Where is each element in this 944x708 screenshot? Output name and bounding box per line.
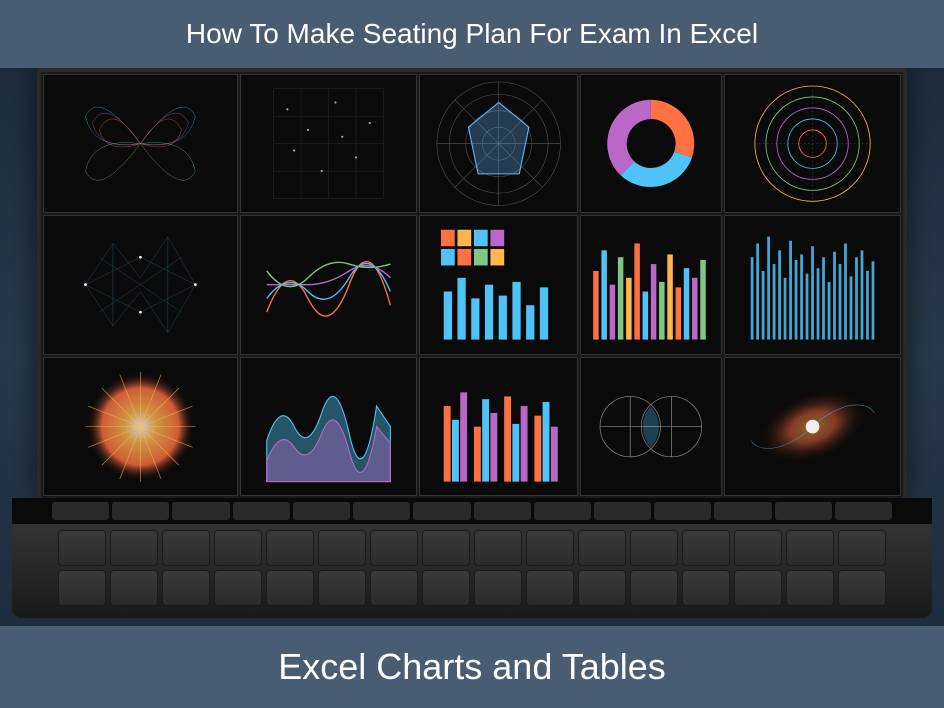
chart-panel-scatter <box>240 74 417 213</box>
laptop-illustration <box>0 68 944 626</box>
chart-panel-waves <box>240 215 417 354</box>
page-title: How To Make Seating Plan For Exam In Exc… <box>186 18 758 50</box>
chart-panel-histogram <box>580 215 722 354</box>
chart-panel-area <box>240 357 417 496</box>
chart-panel-grouped <box>419 357 578 496</box>
chart-panel-vbars <box>724 215 901 354</box>
chart-panel-starburst <box>43 357 238 496</box>
laptop-screen <box>37 68 907 498</box>
chart-panel-mesh <box>43 215 238 354</box>
keyboard <box>12 524 932 616</box>
laptop-base <box>12 498 932 618</box>
chart-panel-radar <box>419 74 578 213</box>
chart-dashboard-grid <box>41 72 903 498</box>
top-banner: How To Make Seating Plan For Exam In Exc… <box>0 0 944 68</box>
chart-panel-butterfly <box>43 74 238 213</box>
chart-panel-circles <box>580 357 722 496</box>
chart-panel-donut <box>580 74 722 213</box>
chart-panel-rings <box>724 74 901 213</box>
chart-panel-heatmap <box>419 215 578 354</box>
bottom-banner: Excel Charts and Tables <box>0 626 944 708</box>
touchbar <box>12 498 932 524</box>
chart-panel-spiral <box>724 357 901 496</box>
footer-title: Excel Charts and Tables <box>278 646 666 688</box>
